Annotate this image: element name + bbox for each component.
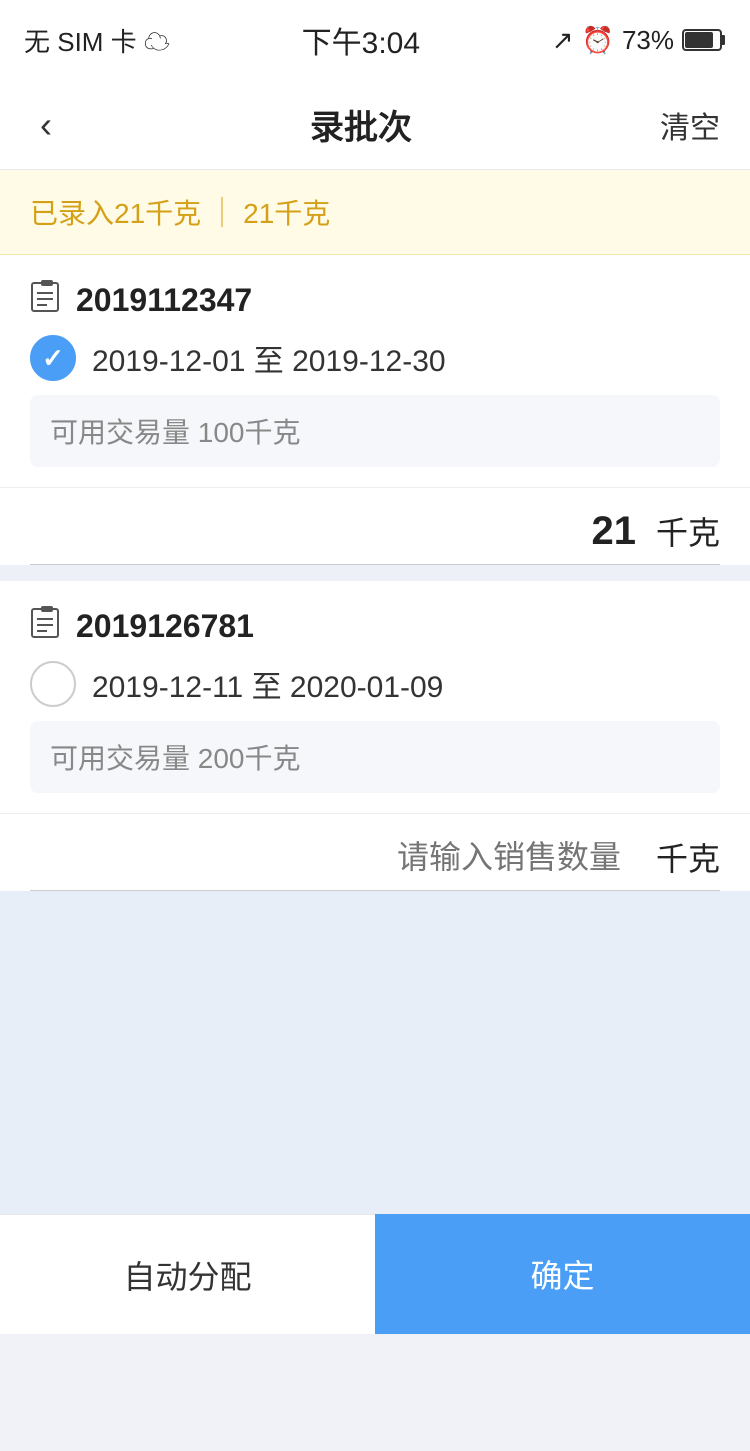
batch-1-amount-unit: 千克 — [656, 508, 720, 554]
batch-1-icon — [30, 279, 64, 321]
section-divider — [0, 565, 750, 581]
info-divider — [221, 197, 223, 227]
info-banner: 已录入21千克 21千克 — [0, 170, 750, 255]
bottom-bar: 自动分配 确定 — [0, 1214, 750, 1334]
batch-2-date: 2019-12-11 至 2020-01-09 — [92, 662, 443, 706]
batch-1-date-row[interactable]: 2019-12-01 至 2019-12-30 — [30, 335, 720, 381]
batch-2-id: 2019126781 — [76, 608, 254, 645]
page-title: 录批次 — [310, 100, 412, 149]
batch-1-available: 可用交易量 100千克 — [30, 395, 720, 467]
batch-1-radio[interactable] — [30, 335, 76, 381]
no-sim-text: 无 SIM 卡 ☁ — [24, 22, 170, 59]
batch-1-date: 2019-12-01 至 2019-12-30 — [92, 336, 446, 380]
status-time: 下午3:04 — [302, 18, 420, 62]
clear-button[interactable]: 清空 — [660, 103, 720, 147]
confirm-button[interactable]: 确定 — [375, 1214, 750, 1334]
batch-1-id: 2019112347 — [76, 282, 252, 319]
batch-2-input-row[interactable]: 千克 — [0, 814, 750, 890]
battery-icon — [682, 29, 726, 51]
batch-2-input-unit: 千克 — [656, 834, 720, 880]
batch-1-amount-value: 21 — [591, 509, 636, 554]
status-right: ↗ ⏰ 73% — [552, 25, 726, 56]
status-bar: 无 SIM 卡 ☁ 下午3:04 ↗ ⏰ 73% — [0, 0, 750, 80]
batch-2-qty-input[interactable] — [336, 839, 636, 876]
batch-1-section: 2019112347 2019-12-01 至 2019-12-30 可用交易量… — [0, 255, 750, 565]
batch-2-icon — [30, 605, 64, 647]
location-icon: ↗ — [552, 25, 574, 56]
batch-1-item[interactable]: 2019112347 2019-12-01 至 2019-12-30 可用交易量… — [0, 255, 750, 488]
auto-distribute-button[interactable]: 自动分配 — [0, 1214, 375, 1334]
batch-2-date-row[interactable]: 2019-12-11 至 2020-01-09 — [30, 661, 720, 707]
batch-1-id-row: 2019112347 — [30, 279, 720, 321]
batch-2-id-row: 2019126781 — [30, 605, 720, 647]
nav-bar: ‹ 录批次 清空 — [0, 80, 750, 170]
batch-2-available: 可用交易量 200千克 — [30, 721, 720, 793]
batch-2-radio[interactable] — [30, 661, 76, 707]
batch-2-section: 2019126781 2019-12-11 至 2020-01-09 可用交易量… — [0, 581, 750, 891]
batch-1-amount-row: 21 千克 — [0, 488, 750, 564]
alarm-icon: ⏰ — [582, 25, 614, 56]
status-left: 无 SIM 卡 ☁ — [24, 22, 170, 59]
batch-2-item[interactable]: 2019126781 2019-12-11 至 2020-01-09 可用交易量… — [0, 581, 750, 814]
battery-text: 73% — [622, 25, 674, 56]
back-button[interactable]: ‹ — [30, 94, 62, 156]
total-text: 21千克 — [243, 192, 330, 232]
recorded-text: 已录入21千克 — [30, 192, 201, 232]
